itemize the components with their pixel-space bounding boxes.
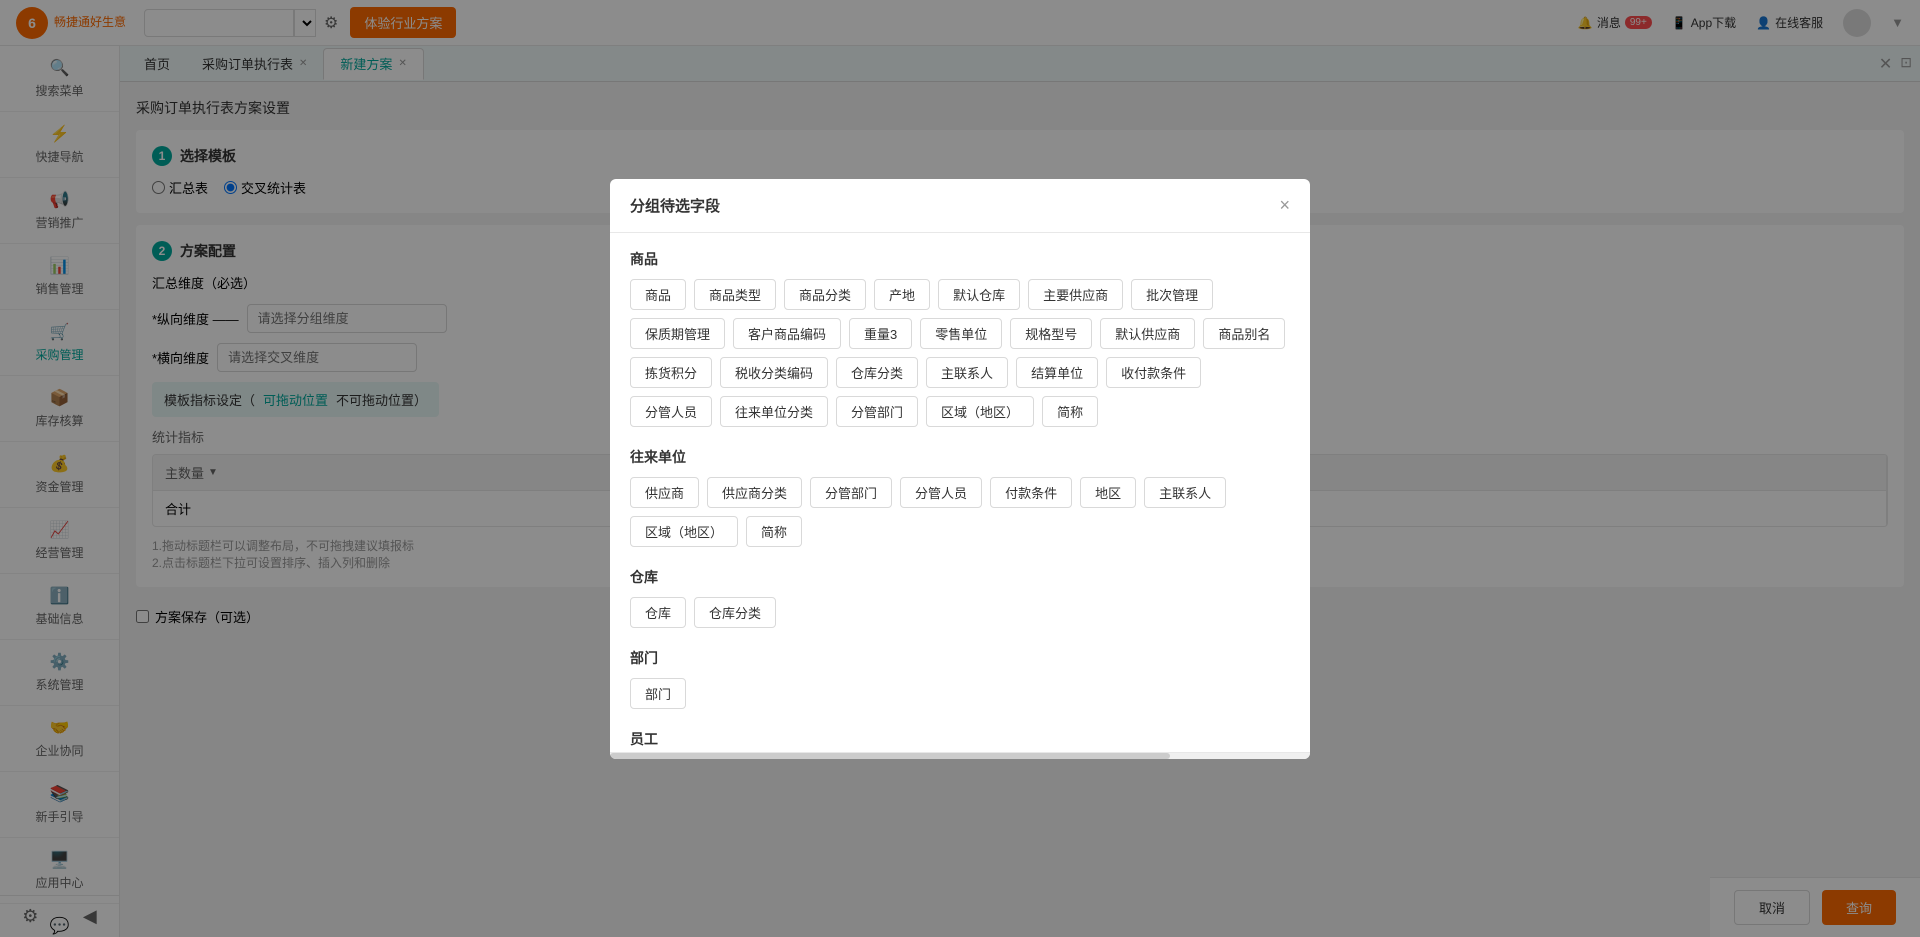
- section-product-title: 商品: [630, 249, 1290, 269]
- field-payment-cp[interactable]: 付款条件: [990, 477, 1072, 508]
- field-supplier-cat[interactable]: 供应商分类: [707, 477, 802, 508]
- scrollbar-thumb: [610, 753, 1170, 758]
- field-product-alias[interactable]: 商品别名: [1203, 318, 1285, 349]
- field-payment-terms[interactable]: 收付款条件: [1106, 357, 1201, 388]
- modal-dialog: 分组待选字段 × 商品 商品 商品类型 商品分类 产地 默认仓库 主要供应商 批…: [610, 179, 1310, 759]
- field-default-warehouse[interactable]: 默认仓库: [938, 279, 1020, 310]
- section-counterpart-title: 往来单位: [630, 447, 1290, 467]
- field-product-category[interactable]: 商品分类: [784, 279, 866, 310]
- field-wh-cat[interactable]: 仓库分类: [694, 597, 776, 628]
- field-default-supplier[interactable]: 默认供应商: [1100, 318, 1195, 349]
- field-origin[interactable]: 产地: [874, 279, 930, 310]
- field-person-cp[interactable]: 分管人员: [900, 477, 982, 508]
- field-dept[interactable]: 部门: [630, 678, 686, 709]
- field-supplier[interactable]: 供应商: [630, 477, 699, 508]
- field-batch-mgmt[interactable]: 批次管理: [1131, 279, 1213, 310]
- field-contact-cp[interactable]: 主联系人: [1144, 477, 1226, 508]
- field-main-supplier[interactable]: 主要供应商: [1028, 279, 1123, 310]
- field-warehouse-cat[interactable]: 仓库分类: [836, 357, 918, 388]
- field-responsible-person[interactable]: 分管人员: [630, 396, 712, 427]
- section-product: 商品 商品 商品类型 商品分类 产地 默认仓库 主要供应商 批次管理 保质期管理…: [630, 249, 1290, 427]
- department-fields: 部门: [630, 678, 1290, 709]
- modal-overlay: 分组待选字段 × 商品 商品 商品类型 商品分类 产地 默认仓库 主要供应商 批…: [0, 0, 1920, 937]
- section-counterpart: 往来单位 供应商 供应商分类 分管部门 分管人员 付款条件 地区 主联系人 区域…: [630, 447, 1290, 547]
- section-department: 部门 部门: [630, 648, 1290, 709]
- field-wh[interactable]: 仓库: [630, 597, 686, 628]
- modal-scrollbar-x: [610, 752, 1310, 758]
- section-warehouse-title: 仓库: [630, 567, 1290, 587]
- field-abbr-product[interactable]: 简称: [1042, 396, 1098, 427]
- section-employee: 员工 业务员: [630, 729, 1290, 753]
- field-region-cp[interactable]: 地区: [1080, 477, 1136, 508]
- field-tax-code[interactable]: 税收分类编码: [720, 357, 828, 388]
- modal-title: 分组待选字段: [630, 195, 720, 216]
- field-partner-cat[interactable]: 往来单位分类: [720, 396, 828, 427]
- section-warehouse: 仓库 仓库 仓库分类: [630, 567, 1290, 628]
- field-customer-code[interactable]: 客户商品编码: [733, 318, 841, 349]
- field-product[interactable]: 商品: [630, 279, 686, 310]
- field-pick-points[interactable]: 拣货积分: [630, 357, 712, 388]
- field-settlement-unit[interactable]: 结算单位: [1016, 357, 1098, 388]
- field-main-contact[interactable]: 主联系人: [926, 357, 1008, 388]
- field-region-cp2[interactable]: 区域（地区）: [630, 516, 738, 547]
- field-expiry-mgmt[interactable]: 保质期管理: [630, 318, 725, 349]
- section-employee-title: 员工: [630, 729, 1290, 749]
- field-retail-unit[interactable]: 零售单位: [920, 318, 1002, 349]
- field-spec-model[interactable]: 规格型号: [1010, 318, 1092, 349]
- section-dept-title: 部门: [630, 648, 1290, 668]
- warehouse-fields: 仓库 仓库分类: [630, 597, 1290, 628]
- field-abbr-cp[interactable]: 简称: [746, 516, 802, 547]
- product-fields: 商品 商品类型 商品分类 产地 默认仓库 主要供应商 批次管理 保质期管理 客户…: [630, 279, 1290, 427]
- field-product-type[interactable]: 商品类型: [694, 279, 776, 310]
- modal-close-button[interactable]: ×: [1279, 195, 1290, 216]
- field-dept-resp[interactable]: 分管部门: [836, 396, 918, 427]
- counterpart-fields: 供应商 供应商分类 分管部门 分管人员 付款条件 地区 主联系人 区域（地区） …: [630, 477, 1290, 547]
- field-dept-cp[interactable]: 分管部门: [810, 477, 892, 508]
- field-weight[interactable]: 重量3: [849, 318, 912, 349]
- field-region-product[interactable]: 区域（地区）: [926, 396, 1034, 427]
- modal-header: 分组待选字段 ×: [610, 179, 1310, 233]
- modal-body: 商品 商品 商品类型 商品分类 产地 默认仓库 主要供应商 批次管理 保质期管理…: [610, 233, 1310, 753]
